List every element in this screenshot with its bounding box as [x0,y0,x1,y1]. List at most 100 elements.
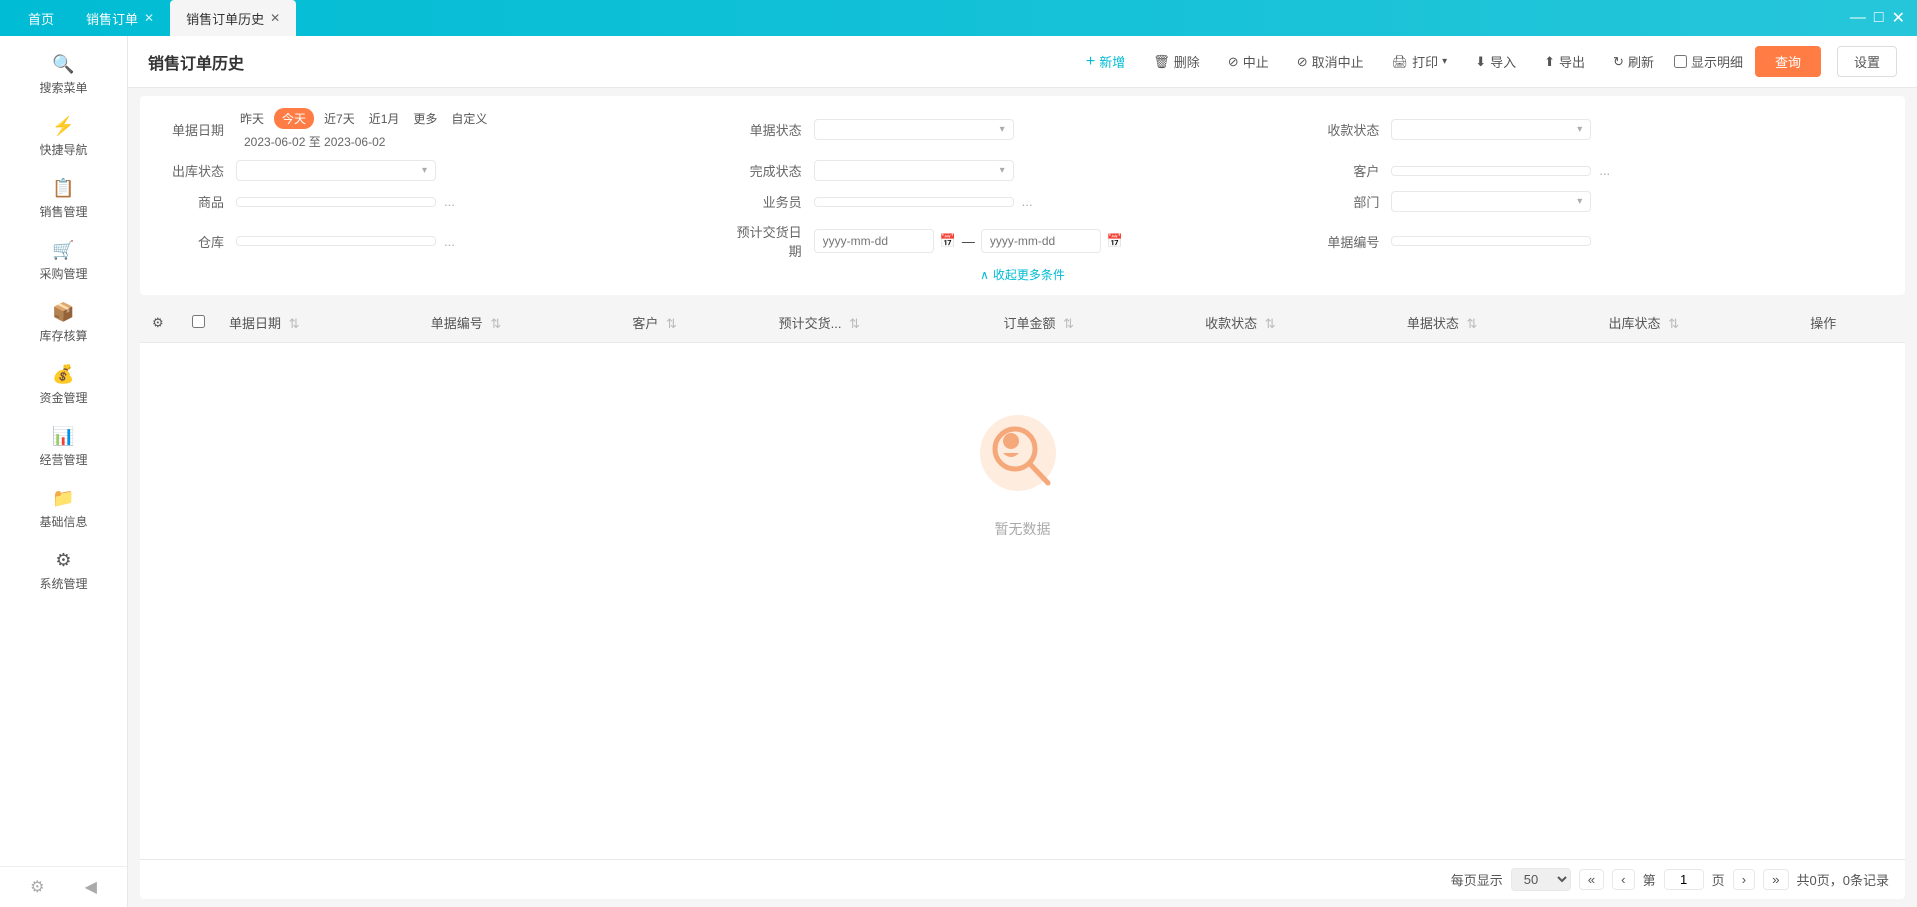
order-no-input[interactable] [1391,236,1591,246]
window-close-icon[interactable]: ✕ [1892,8,1905,28]
display-columns-toggle[interactable]: 显示明细 [1674,52,1743,71]
query-button[interactable]: 查询 [1755,46,1821,77]
outbound-select[interactable]: ▾ [236,160,436,181]
sidebar-item-finance[interactable]: 💰 资金管理 [0,354,127,416]
minimize-icon[interactable]: — [1850,9,1866,27]
tab-home[interactable]: 首页 [12,0,70,36]
tab-sales-order[interactable]: 销售订单 ✕ [70,0,170,36]
last-page-button[interactable]: » [1763,869,1788,890]
th-customer[interactable]: 客户 ⇅ [620,303,766,343]
filter-order-no-col: 单据编号 [1311,222,1889,260]
doc-status-label: 单据状态 [734,120,814,139]
import-icon: ⬇ [1475,54,1486,70]
cal-end-icon[interactable]: 📅 [1107,233,1123,249]
department-select[interactable]: ▾ [1391,191,1591,212]
empty-state: 暂无数据 [140,343,1905,599]
salesperson-input[interactable] [814,197,1014,207]
sales-icon: 📋 [52,178,74,199]
sidebar-item-purchase[interactable]: 🛒 采购管理 [0,230,127,292]
delete-button[interactable]: 🗑 删除 [1145,48,1208,75]
th-expected-date[interactable]: 预计交货... ⇅ [767,303,992,343]
cancel-stop-icon: ⊘ [1297,54,1308,70]
complete-label: 完成状态 [734,161,814,180]
customer-input[interactable] [1391,166,1591,176]
sort-date-icon: ⇅ [289,316,300,331]
th-checkbox[interactable] [180,303,217,343]
page-label-prefix: 第 [1643,870,1656,889]
warehouse-input[interactable] [236,236,436,246]
sidebar-bottom: ⚙ ◀ [0,866,127,907]
add-icon: + [1086,53,1095,71]
date-label: 单据日期 [156,120,236,139]
sidebar-item-operations[interactable]: 📊 经营管理 [0,416,127,478]
collapse-bar[interactable]: ∧ 收起更多条件 [156,266,1889,283]
th-doc-status[interactable]: 单据状态 ⇅ [1395,303,1597,343]
th-no[interactable]: 单据编号 ⇅ [419,303,621,343]
sidebar-item-search[interactable]: 🔍 搜索菜单 [0,44,127,106]
date-custom[interactable]: 自定义 [447,108,491,129]
sidebar-settings-icon[interactable]: ⚙ [30,877,44,897]
maximize-icon[interactable]: □ [1874,9,1884,27]
stop-button[interactable]: ⊘ 中止 [1220,48,1277,75]
cancel-stop-button[interactable]: ⊘ 取消中止 [1289,48,1372,75]
product-more-icon[interactable]: ... [444,194,455,209]
sidebar-item-system[interactable]: ⚙ 系统管理 [0,540,127,602]
export-button[interactable]: ⬆ 导出 [1536,48,1593,75]
th-amount[interactable]: 订单金额 ⇅ [991,303,1193,343]
sidebar-collapse-icon[interactable]: ◀ [85,877,97,897]
filter-payment-status-col: 收款状态 ▾ [1311,108,1889,150]
sidebar-item-sales[interactable]: 📋 销售管理 [0,168,127,230]
th-settings[interactable]: ⚙ [140,303,180,343]
salesperson-more-icon[interactable]: ... [1022,194,1033,209]
tab-sales-history-close[interactable]: ✕ [270,11,280,25]
expected-date-start[interactable] [814,229,934,253]
complete-select[interactable]: ▾ [814,160,1014,181]
salesperson-label: 业务员 [734,192,814,211]
main-layout: 🔍 搜索菜单 ⚡ 快捷导航 📋 销售管理 🛒 采购管理 📦 库存核算 💰 资金管… [0,36,1917,907]
date-1month[interactable]: 近1月 [365,108,404,129]
page-size-select[interactable]: 50 10 20 100 [1511,868,1571,891]
display-columns-checkbox[interactable] [1674,55,1687,68]
tab-sales-order-close[interactable]: ✕ [144,11,154,25]
th-date[interactable]: 单据日期 ⇅ [217,303,419,343]
cal-start-icon[interactable]: 📅 [940,233,956,249]
payment-status-label: 收款状态 [1311,120,1391,139]
doc-status-select[interactable]: ▾ [814,119,1014,140]
table-settings-icon[interactable]: ⚙ [152,315,164,330]
filter-doc-status-col: 单据状态 ▾ [734,108,1312,150]
search-icon: 🔍 [52,54,74,75]
expected-date-end[interactable] [981,229,1101,253]
add-button[interactable]: + 新增 [1078,48,1133,75]
page-number-input[interactable] [1664,869,1704,890]
th-out-status[interactable]: 出库状态 ⇅ [1597,303,1799,343]
date-yesterday[interactable]: 昨天 [236,108,268,129]
import-button[interactable]: ⬇ 导入 [1467,48,1524,75]
prev-page-button[interactable]: ‹ [1612,869,1634,890]
warehouse-more-icon[interactable]: ... [444,234,455,249]
date-7days[interactable]: 近7天 [320,108,359,129]
sidebar-item-base[interactable]: 📁 基础信息 [0,478,127,540]
customer-more-icon[interactable]: ... [1599,163,1610,178]
th-payment-status[interactable]: 收款状态 ⇅ [1193,303,1395,343]
sidebar-item-quick-nav[interactable]: ⚡ 快捷导航 [0,106,127,168]
select-all-checkbox[interactable] [192,315,205,328]
settings-button[interactable]: 设置 [1837,46,1897,77]
sidebar-item-inventory[interactable]: 📦 库存核算 [0,292,127,354]
payment-status-select[interactable]: ▾ [1391,119,1591,140]
finance-icon: 💰 [52,364,74,385]
tab-sales-history[interactable]: 销售订单历史 ✕ [170,0,296,36]
expected-date-label: 预计交货日期 [734,222,814,260]
table-footer: 每页显示 50 10 20 100 « ‹ 第 页 › » 共0页，0条记录 [140,859,1905,899]
product-input[interactable] [236,197,436,207]
date-today[interactable]: 今天 [274,108,314,129]
first-page-button[interactable]: « [1579,869,1604,890]
print-button[interactable]: 🖨 打印 ▾ [1384,48,1456,75]
stop-icon: ⊘ [1228,54,1239,70]
page-label-suffix: 页 [1712,870,1725,889]
date-more[interactable]: 更多 [409,108,441,129]
inventory-icon: 📦 [52,302,74,323]
next-page-button[interactable]: › [1733,869,1755,890]
refresh-button[interactable]: ↻ 刷新 [1605,48,1662,75]
filter-salesperson-col: 业务员 ... [734,191,1312,212]
empty-text: 暂无数据 [995,519,1051,539]
